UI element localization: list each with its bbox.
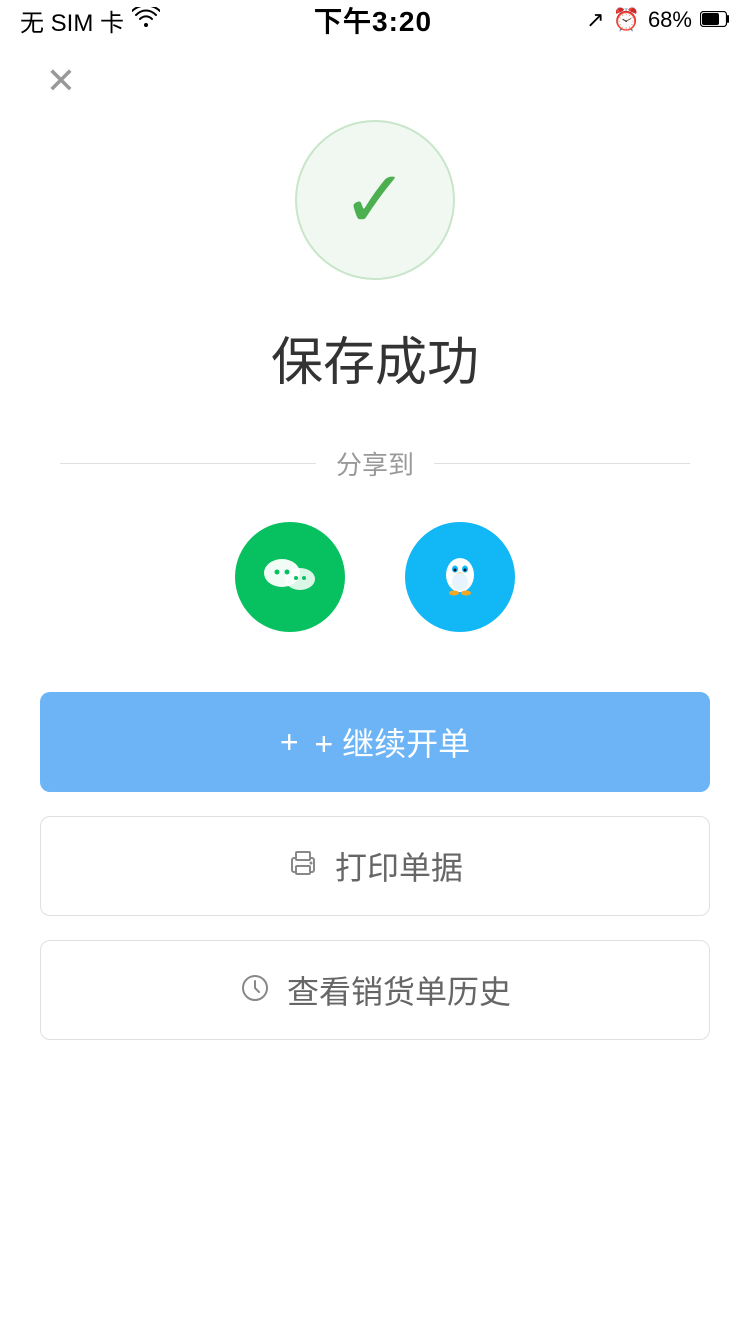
- share-icons-container: [235, 522, 515, 632]
- history-button[interactable]: 查看销货单历史: [40, 940, 710, 1040]
- status-time: 下午3:20: [314, 0, 432, 40]
- close-button[interactable]: ✕: [36, 56, 86, 106]
- battery-percent: 68%: [648, 7, 692, 33]
- clock-icon: [239, 972, 271, 1009]
- status-bar: 无 SIM 卡 下午3:20 ↗ ⏰ 68%: [0, 0, 750, 40]
- continue-label: + 继续开单: [315, 719, 471, 765]
- wechat-share-button[interactable]: [235, 522, 345, 632]
- plus-icon: +: [280, 726, 299, 758]
- status-left: 无 SIM 卡: [20, 3, 160, 38]
- history-label: 查看销货单历史: [287, 967, 511, 1013]
- battery-icon: [700, 7, 730, 33]
- checkmark-icon: ✓: [341, 160, 408, 240]
- printer-icon: [287, 848, 319, 885]
- location-icon: ↗: [586, 7, 604, 33]
- alarm-icon: ⏰: [613, 7, 640, 33]
- wifi-icon: [132, 6, 160, 34]
- success-circle: ✓: [295, 120, 455, 280]
- close-icon: ✕: [46, 63, 76, 99]
- status-right: ↗ ⏰ 68%: [586, 7, 730, 33]
- main-content: ✓ 保存成功 分享到: [0, 40, 750, 1040]
- share-label: 分享到: [316, 445, 434, 482]
- divider-left: [60, 463, 316, 464]
- print-label: 打印单据: [335, 843, 463, 889]
- no-sim-text: 无 SIM 卡: [20, 3, 124, 38]
- wechat-icon: [260, 547, 320, 607]
- actions-container: + + 继续开单 打印单据 查看销货单历: [0, 692, 750, 1040]
- qq-share-button[interactable]: [405, 522, 515, 632]
- qq-icon: [430, 547, 490, 607]
- success-title: 保存成功: [271, 320, 479, 395]
- continue-button[interactable]: + + 继续开单: [40, 692, 710, 792]
- divider-right: [434, 463, 690, 464]
- share-divider: 分享到: [0, 445, 750, 482]
- print-button[interactable]: 打印单据: [40, 816, 710, 916]
